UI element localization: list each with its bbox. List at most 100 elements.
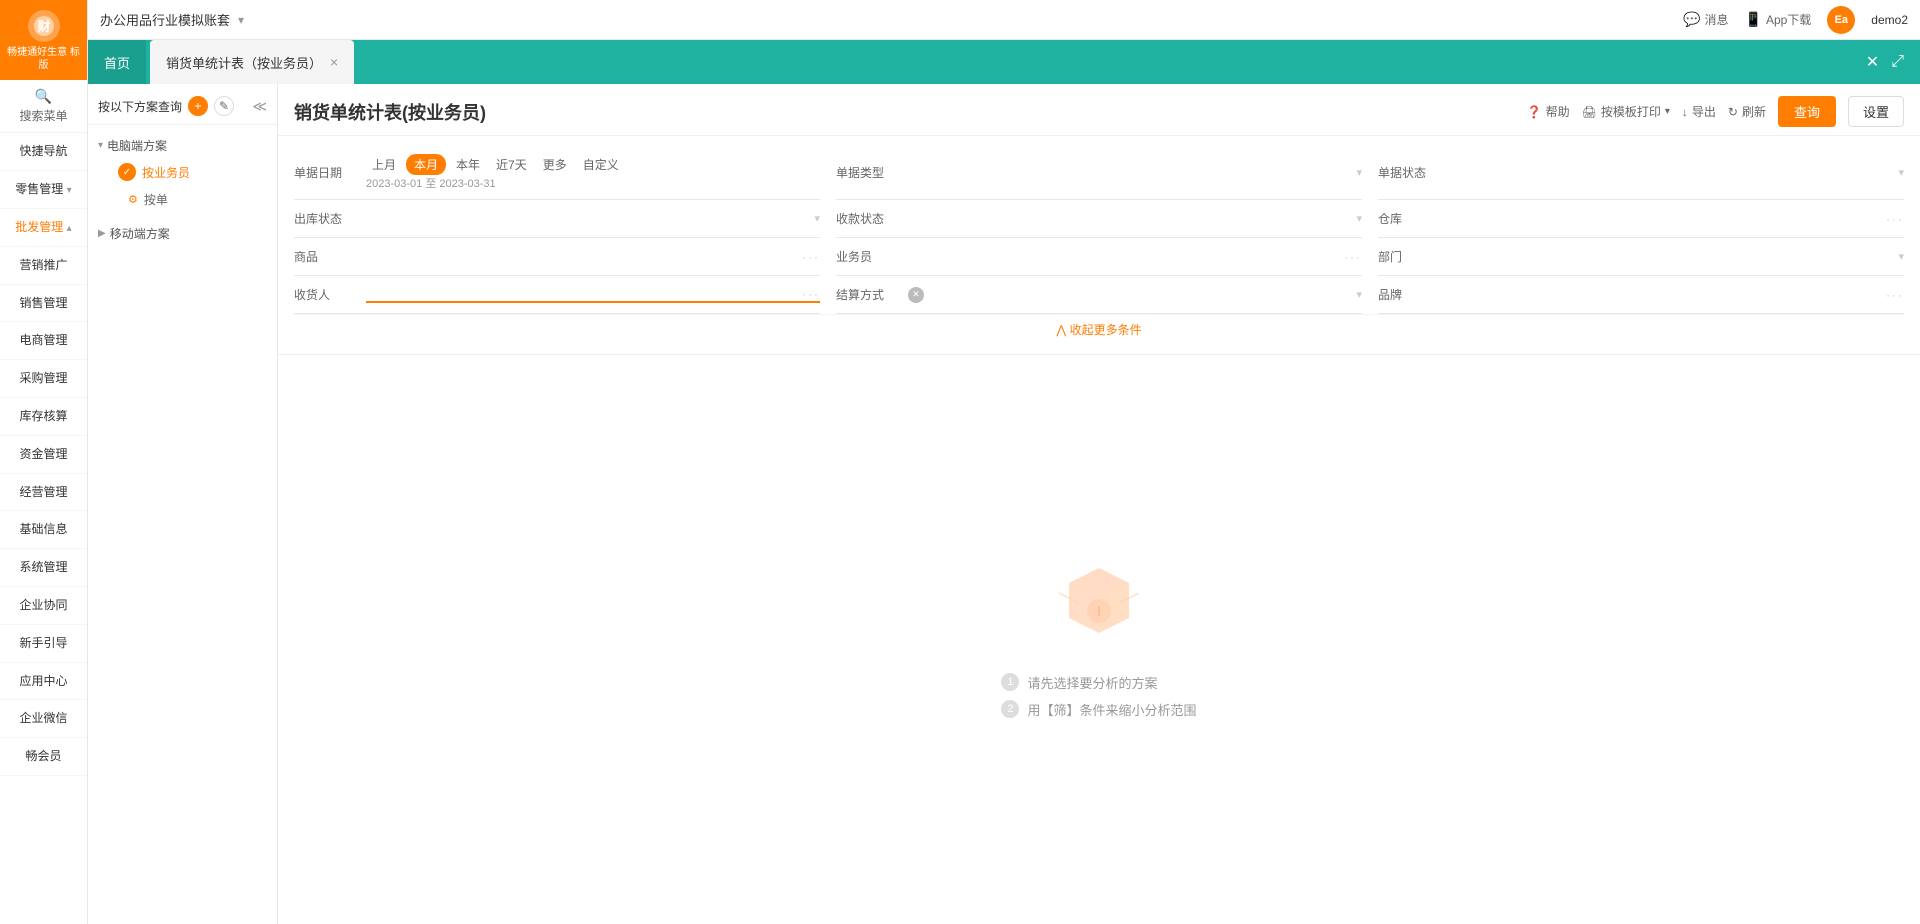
outstatus-label: 出库状态 (294, 210, 366, 227)
brand-dots[interactable]: ··· (1886, 288, 1904, 302)
sidebar-item-retail[interactable]: 零售管理 ▾ (0, 171, 87, 209)
receiver-dots[interactable]: ··· (802, 287, 820, 301)
search-menu-item[interactable]: 🔍 搜索菜单 (0, 80, 87, 133)
app-download-btn[interactable]: 📱 App下载 (1745, 11, 1812, 28)
settlement-clear-btn[interactable]: ✕ (908, 287, 924, 303)
filter-row-4: 收货人 ··· 结算方式 ✕ ▾ 品牌 (294, 276, 1904, 314)
download-icon: 📱 (1745, 11, 1762, 28)
tab-active[interactable]: 销货单统计表（按业务员） × (150, 40, 354, 84)
collapse-arrow-icon: ⋀ (1056, 323, 1069, 337)
department-label: 部门 (1378, 248, 1450, 265)
logo-icon: 财 (26, 8, 62, 44)
print-dropdown-icon[interactable]: ▾ (1665, 106, 1670, 117)
tab-bar: 首页 销货单统计表（按业务员） × ✕ ⤢ (88, 40, 1920, 84)
sidebar-item-member[interactable]: 畅会员 (0, 738, 87, 776)
sub-item-icon: ⚙ (128, 193, 138, 206)
collapse-conditions-btn[interactable]: ⋀ 收起更多条件 (294, 314, 1904, 344)
mobile-section-arrow-icon: ▶ (98, 228, 106, 239)
refresh-btn[interactable]: ↻ 刷新 (1728, 103, 1766, 120)
date-btn-more[interactable]: 更多 (537, 154, 573, 175)
receiver-label: 收货人 (294, 286, 366, 303)
scheme-item-order[interactable]: ⚙ 按单 (98, 186, 267, 213)
sidebar-item-operations[interactable]: 经营管理 (0, 474, 87, 512)
warehouse-dots[interactable]: ··· (1886, 212, 1904, 226)
user-avatar[interactable]: Ea (1827, 6, 1855, 34)
product-label: 商品 (294, 248, 366, 265)
scheme-item-salesperson[interactable]: ✓ 按业务员 (98, 158, 267, 186)
payment-control[interactable]: ▾ (908, 212, 1362, 225)
settlement-label: 结算方式 (836, 286, 908, 303)
product-control[interactable]: ··· (366, 250, 820, 264)
department-dropdown-icon: ▾ (1898, 250, 1904, 263)
sidebar-item-inventory[interactable]: 库存核算 (0, 398, 87, 436)
empty-state-tips: 1 请先选择要分析的方案 2 用【筛】条件来缩小分析范围 (1001, 673, 1196, 727)
department-control[interactable]: ▾ (1450, 250, 1904, 263)
tab-maximize-icon[interactable]: ⤢ (1887, 49, 1908, 75)
scheme-section-title-mobile[interactable]: ▶ 移动端方案 (98, 221, 267, 246)
docstatus-label: 单据状态 (1378, 164, 1450, 181)
date-control[interactable]: 上月 本月 本年 近7天 更多 自定义 2023-03-01 至 2023-03… (366, 154, 820, 191)
sidebar-item-finance[interactable]: 资金管理 (0, 436, 87, 474)
help-btn[interactable]: ❓ 帮助 (1527, 103, 1570, 120)
scheme-collapse-btn[interactable]: ≪ (252, 98, 267, 115)
tip-num-2: 2 (1001, 700, 1019, 718)
date-btn-this-year[interactable]: 本年 (450, 154, 486, 175)
sidebar-item-ecommerce[interactable]: 电商管理 (0, 322, 87, 360)
print-btn[interactable]: 🖨 按模板打印 ▾ (1582, 103, 1670, 120)
sidebar-item-shortcuts[interactable]: 快捷导航 (0, 133, 87, 171)
outstatus-dropdown-icon: ▾ (814, 212, 820, 225)
message-btn[interactable]: 💬 消息 (1683, 11, 1728, 28)
tab-home[interactable]: 首页 (88, 40, 146, 84)
doctype-label: 单据类型 (836, 164, 908, 181)
print-icon: 🖨 (1582, 105, 1597, 119)
scheme-section-title-desktop[interactable]: ▾ 电脑端方案 (98, 133, 267, 158)
sidebar-item-basics[interactable]: 基础信息 (0, 511, 87, 549)
sidebar-item-marketing[interactable]: 营销推广 (0, 247, 87, 285)
account-name: 办公用品行业模拟账套 (100, 10, 230, 29)
sidebar-item-sales[interactable]: 销售管理 (0, 285, 87, 323)
date-btn-this-month[interactable]: 本月 (406, 154, 446, 175)
filter-cell-department: 部门 ▾ (1378, 238, 1904, 276)
sidebar-item-appcenter[interactable]: 应用中心 (0, 663, 87, 701)
dropdown-icon[interactable]: ▾ (238, 13, 244, 27)
sidebar-logo-text: 畅捷通好生意 标版 (6, 46, 81, 72)
tab-close-btn[interactable]: × (330, 55, 338, 69)
page-title: 销货单统计表(按业务员) (294, 99, 486, 125)
receiver-control[interactable]: ··· (366, 287, 820, 303)
user-name: demo2 (1871, 13, 1908, 27)
salesperson-dots[interactable]: ··· (1344, 250, 1362, 264)
query-btn[interactable]: 查询 (1778, 96, 1836, 127)
export-icon: ↓ (1682, 105, 1688, 119)
date-btn-last-month[interactable]: 上月 (366, 154, 402, 175)
message-icon: 💬 (1683, 11, 1700, 28)
date-btn-custom[interactable]: 自定义 (577, 154, 625, 175)
scheme-edit-btn[interactable]: ✎ (214, 96, 234, 116)
sidebar-item-newbie[interactable]: 新手引导 (0, 625, 87, 663)
main-area: 办公用品行业模拟账套 ▾ 💬 消息 📱 App下载 Ea demo2 首页 销货… (88, 0, 1920, 924)
doctype-control[interactable]: ▾ (908, 166, 1362, 179)
settlement-control[interactable]: ✕ ▾ (908, 287, 1362, 303)
scheme-add-btn[interactable]: + (188, 96, 208, 116)
sidebar-item-purchase[interactable]: 采购管理 (0, 360, 87, 398)
sidebar-item-wxwork[interactable]: 企业微信 (0, 700, 87, 738)
svg-text:!: ! (1097, 603, 1102, 619)
sidebar-item-system[interactable]: 系统管理 (0, 549, 87, 587)
sidebar-item-enterprise[interactable]: 企业协同 (0, 587, 87, 625)
tab-close-icon[interactable]: ✕ (1862, 48, 1883, 76)
report-area: 销货单统计表(按业务员) ❓ 帮助 🖨 按模板打印 ▾ ↓ 导出 (278, 84, 1920, 924)
filter-row-3: 商品 ··· 业务员 ··· 部门 (294, 238, 1904, 276)
warehouse-control[interactable]: ··· (1450, 212, 1904, 226)
filter-row-2: 出库状态 ▾ 收款状态 ▾ 仓库 (294, 200, 1904, 238)
date-btn-7days[interactable]: 近7天 (490, 154, 533, 175)
doctype-dropdown-icon: ▾ (1356, 166, 1362, 179)
empty-tip-1: 1 请先选择要分析的方案 (1001, 673, 1196, 692)
date-label: 单据日期 (294, 164, 366, 181)
sidebar-item-wholesale[interactable]: 批发管理 ▴ (0, 209, 87, 247)
docstatus-control[interactable]: ▾ (1450, 166, 1904, 179)
salesperson-control[interactable]: ··· (908, 250, 1362, 264)
product-dots[interactable]: ··· (802, 250, 820, 264)
outstatus-control[interactable]: ▾ (366, 212, 820, 225)
export-btn[interactable]: ↓ 导出 (1682, 103, 1716, 120)
brand-control[interactable]: ··· (1450, 288, 1904, 302)
settings-btn[interactable]: 设置 (1848, 96, 1904, 127)
